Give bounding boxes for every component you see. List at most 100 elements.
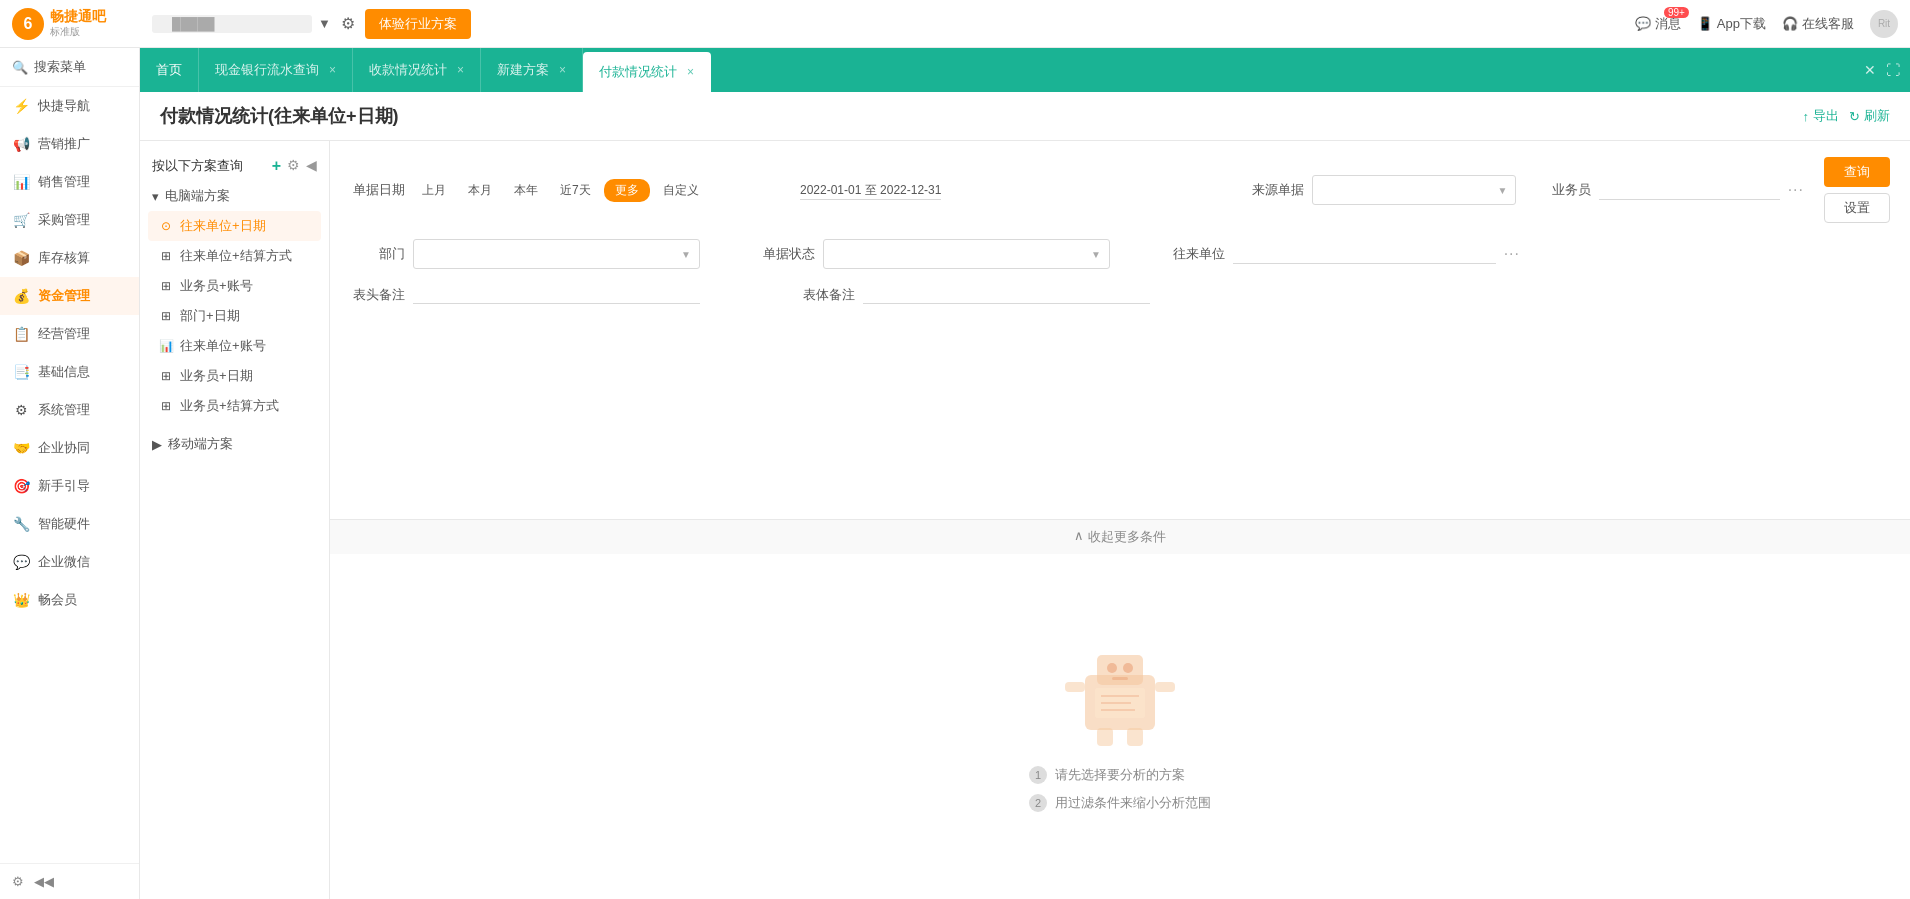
export-btn[interactable]: ↑ 导出 <box>1803 107 1840 125</box>
sidebar-item-wechat[interactable]: 💬 企业微信 <box>0 543 139 581</box>
tab-payment-stats[interactable]: 付款情况统计 × <box>583 52 711 92</box>
tab-bank-flow[interactable]: 现金银行流水查询 × <box>199 48 353 92</box>
empty-state: 1 请先选择要分析的方案 2 用过滤条件来缩小分析范围 <box>330 554 1910 900</box>
tab-new-plan[interactable]: 新建方案 × <box>481 48 583 92</box>
tab-close-all-btn[interactable]: ✕ <box>1864 62 1876 78</box>
user-avatar[interactable]: Rit <box>1870 10 1898 38</box>
scheme-collapse-btn[interactable]: ◀ <box>306 157 317 175</box>
date-btn-more[interactable]: 更多 <box>604 179 650 202</box>
sidebar-item-quick-nav[interactable]: ⚡ 快捷导航 <box>0 87 139 125</box>
tab-new-plan-label: 新建方案 <box>497 61 549 79</box>
top-bar-left: 6 畅捷通吧 标准版 █████ ▼ ⚙ 体验行业方案 <box>12 8 471 40</box>
table-icon-2: ⊞ <box>158 278 174 294</box>
tab-payment-stats-close[interactable]: × <box>687 65 694 79</box>
collapse-sidebar-btn[interactable]: ◀◀ <box>34 874 54 889</box>
collapse-more-btn[interactable]: ∧ 收起更多条件 <box>330 519 1910 554</box>
header-note-input[interactable] <box>413 285 700 304</box>
scheme-mobile-section: ▶ 移动端方案 <box>140 429 329 459</box>
top-settings-icon[interactable]: ⚙ <box>341 14 355 33</box>
lightning-icon: ⚡ <box>12 97 30 115</box>
scheme-settings-btn[interactable]: ⚙ <box>287 157 300 175</box>
date-btn-this-year[interactable]: 本年 <box>505 179 547 202</box>
tab-bank-flow-close[interactable]: × <box>329 63 336 77</box>
partner-more-btn[interactable]: ··· <box>1504 245 1520 263</box>
scheme-item-partner-date[interactable]: ⊙ 往来单位+日期 <box>148 211 321 241</box>
tab-new-plan-close[interactable]: × <box>559 63 566 77</box>
app-logo-icon: 6 <box>12 8 44 40</box>
tab-receipt-stats-close[interactable]: × <box>457 63 464 77</box>
speaker-icon: 📢 <box>12 135 30 153</box>
company-selector[interactable]: █████ ▼ <box>152 15 331 33</box>
body-note-input[interactable] <box>863 285 1150 304</box>
app-download-btn[interactable]: 📱 App下载 <box>1697 15 1766 33</box>
date-btn-last-month[interactable]: 上月 <box>413 179 455 202</box>
sidebar-item-system[interactable]: ⚙ 系统管理 <box>0 391 139 429</box>
refresh-icon: ↻ <box>1849 109 1860 124</box>
handshake-icon: 🤝 <box>12 439 30 457</box>
scheme-desktop-title[interactable]: ▾ 电脑端方案 <box>140 181 329 211</box>
filter-settings-btn[interactable]: 设置 <box>1824 193 1890 223</box>
refresh-btn[interactable]: ↻ 刷新 <box>1849 107 1890 125</box>
sidebar-item-sales[interactable]: 📊 销售管理 <box>0 163 139 201</box>
scheme-desktop-section: ▾ 电脑端方案 ⊙ 往来单位+日期 ⊞ 往来单位+结算方式 <box>140 181 329 421</box>
sidebar-item-collab[interactable]: 🤝 企业协同 <box>0 429 139 467</box>
scheme-item-label: 部门+日期 <box>180 307 240 325</box>
scheme-item-label: 业务员+账号 <box>180 277 253 295</box>
try-industry-btn[interactable]: 体验行业方案 <box>365 9 471 39</box>
date-btn-last-7-days[interactable]: 近7天 <box>551 179 600 202</box>
scheme-header-actions: + ⚙ ◀ <box>272 157 317 175</box>
salesperson-input[interactable] <box>1599 181 1779 200</box>
query-btn[interactable]: 查询 <box>1824 157 1890 187</box>
search-menu-btn[interactable]: 🔍 搜索菜单 <box>0 48 139 87</box>
dept-dropdown-icon: ▼ <box>681 249 691 260</box>
source-doc-label: 来源单据 <box>1249 181 1304 199</box>
sidebar-label-capital: 资金管理 <box>38 287 90 305</box>
scheme-header: 按以下方案查询 + ⚙ ◀ <box>140 151 329 181</box>
empty-illustration <box>1055 640 1185 750</box>
sidebar-item-purchase[interactable]: 🛒 采购管理 <box>0 201 139 239</box>
collapse-icon: ∧ <box>1074 528 1084 546</box>
sidebar-item-basic[interactable]: 📑 基础信息 <box>0 353 139 391</box>
date-btn-custom[interactable]: 自定义 <box>654 179 708 202</box>
sidebar-item-member[interactable]: 👑 畅会员 <box>0 581 139 619</box>
scheme-item-partner-settle[interactable]: ⊞ 往来单位+结算方式 <box>148 241 321 271</box>
scheme-mobile-title[interactable]: ▶ 移动端方案 <box>140 429 329 459</box>
sidebar-item-operation[interactable]: 📋 经营管理 <box>0 315 139 353</box>
bottom-settings-icon[interactable]: ⚙ <box>12 874 24 889</box>
doc-status-select[interactable]: ▼ <box>823 239 1110 269</box>
date-range-value: 2022-01-01 至 2022-12-31 <box>800 183 941 200</box>
scheme-desktop-label: 电脑端方案 <box>165 187 230 205</box>
gear-icon: ⚙ <box>12 401 30 419</box>
tab-receipt-stats[interactable]: 收款情况统计 × <box>353 48 481 92</box>
scheme-item-salesperson-settle[interactable]: ⊞ 业务员+结算方式 <box>148 391 321 421</box>
online-service-btn[interactable]: 🎧 在线客服 <box>1782 15 1854 33</box>
salesperson-more-btn[interactable]: ··· <box>1788 181 1804 199</box>
dept-select[interactable]: ▼ <box>413 239 700 269</box>
sidebar-item-hardware[interactable]: 🔧 智能硬件 <box>0 505 139 543</box>
date-btn-this-month[interactable]: 本月 <box>459 179 501 202</box>
scheme-item-dept-date[interactable]: ⊞ 部门+日期 <box>148 301 321 331</box>
sidebar-item-guide[interactable]: 🎯 新手引导 <box>0 467 139 505</box>
tab-fullscreen-btn[interactable]: ⛶ <box>1886 62 1900 78</box>
scheme-item-partner-account[interactable]: 📊 往来单位+账号 <box>148 331 321 361</box>
messages-btn[interactable]: 💬 消息 99+ <box>1635 15 1681 33</box>
sidebar-label-basic: 基础信息 <box>38 363 90 381</box>
download-icon: 📱 <box>1697 16 1713 31</box>
partner-input[interactable] <box>1233 245 1496 264</box>
section-arrow-icon: ▾ <box>152 189 159 204</box>
doc-icon: 📑 <box>12 363 30 381</box>
source-doc-select[interactable]: ▼ <box>1312 175 1517 205</box>
top-bar-actions: 💬 消息 99+ 📱 App下载 🎧 在线客服 Rit <box>1635 10 1898 38</box>
table-icon-5: ⊞ <box>158 368 174 384</box>
tab-receipt-stats-label: 收款情况统计 <box>369 61 447 79</box>
scheme-item-salesperson-date[interactable]: ⊞ 业务员+日期 <box>148 361 321 391</box>
scheme-item-salesperson-account[interactable]: ⊞ 业务员+账号 <box>148 271 321 301</box>
sidebar-item-capital[interactable]: 💰 资金管理 <box>0 277 139 315</box>
tab-home[interactable]: 首页 <box>140 48 199 92</box>
scheme-item-label: 往来单位+日期 <box>180 217 266 235</box>
scheme-add-btn[interactable]: + <box>272 157 281 175</box>
sidebar-item-inventory[interactable]: 📦 库存核算 <box>0 239 139 277</box>
sidebar-item-marketing[interactable]: 📢 营销推广 <box>0 125 139 163</box>
sidebar-label-operation: 经营管理 <box>38 325 90 343</box>
scheme-header-title: 按以下方案查询 <box>152 157 243 175</box>
